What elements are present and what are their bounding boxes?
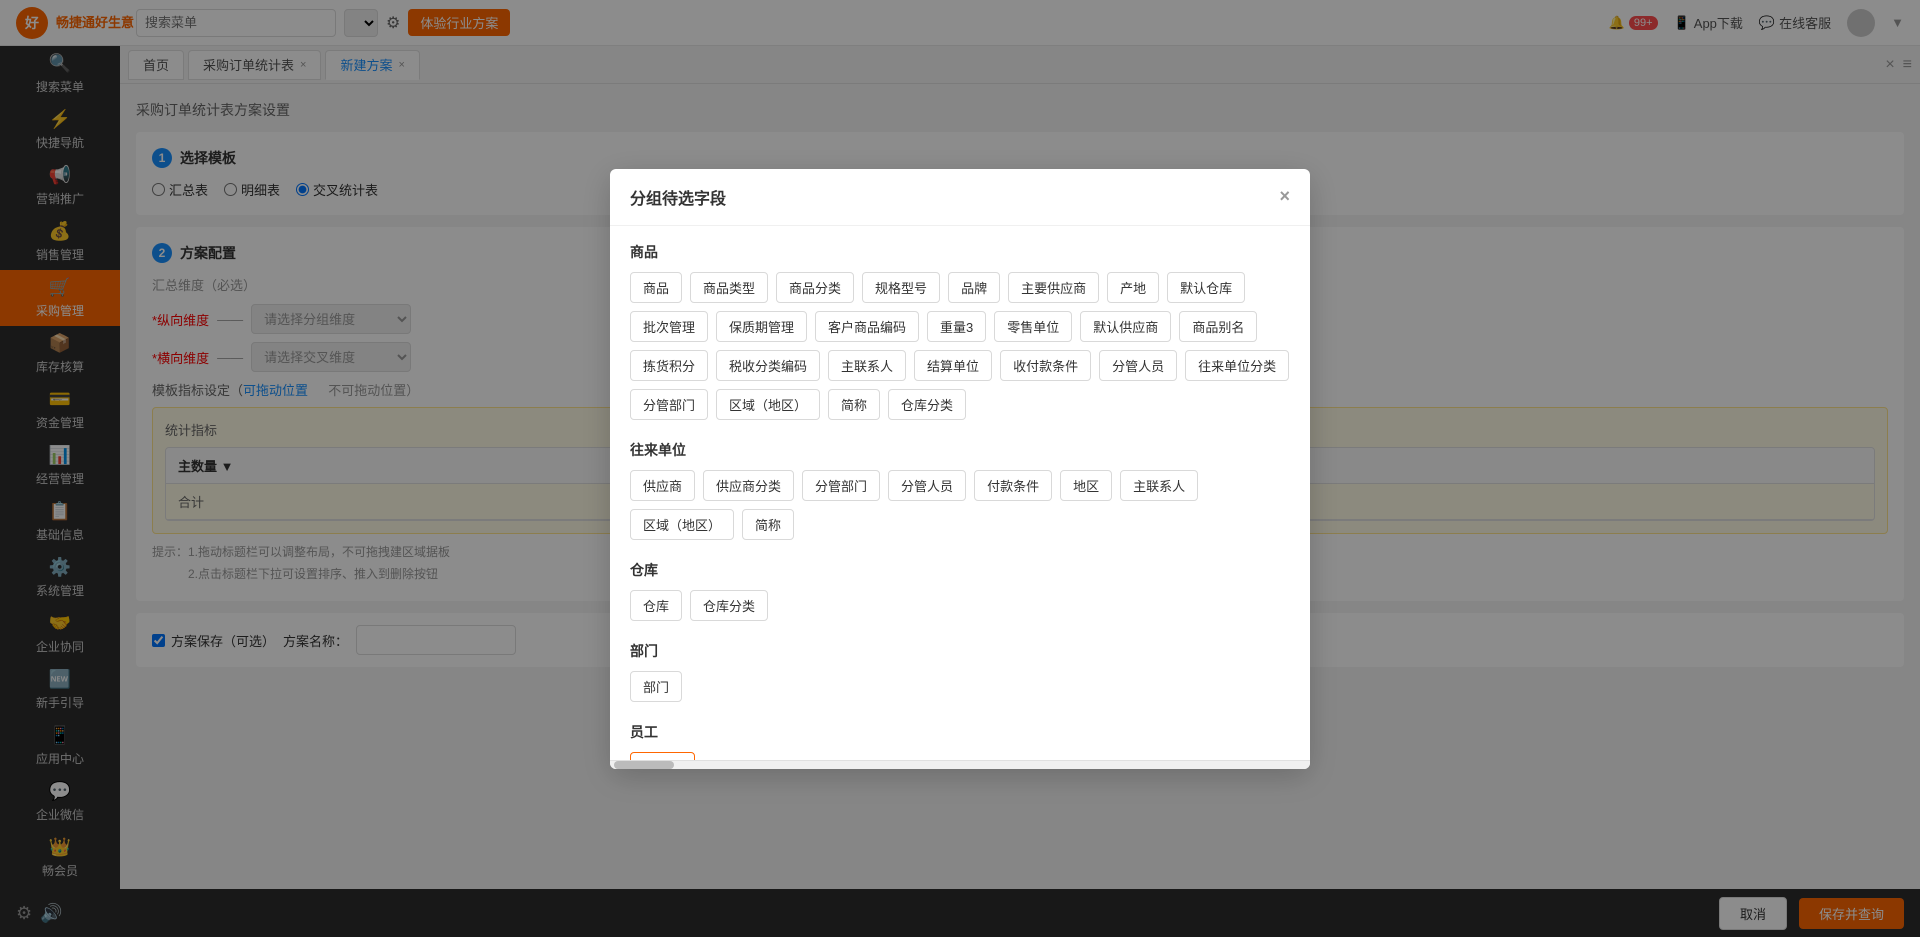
field-tag-brand[interactable]: 品牌 <box>948 272 1000 303</box>
section-title-partner: 往来单位 <box>630 440 1290 460</box>
section-title-goods: 商品 <box>630 242 1290 262</box>
modal-section-warehouse: 仓库 仓库 仓库分类 <box>630 560 1290 621</box>
modal-section-employee: 员工 业务员 <box>630 722 1290 760</box>
field-tag-short-name-partner[interactable]: 简称 <box>742 509 794 540</box>
field-tag-alias[interactable]: 商品别名 <box>1179 311 1257 342</box>
field-tag-main-supplier[interactable]: 主要供应商 <box>1008 272 1099 303</box>
field-tag-region-partner[interactable]: 区域（地区） <box>630 509 734 540</box>
field-grid-goods: 商品 商品类型 商品分类 规格型号 品牌 主要供应商 产地 默认仓库 批次管理 … <box>630 272 1290 420</box>
field-tag-batch[interactable]: 批次管理 <box>630 311 708 342</box>
field-tag-person-mgmt[interactable]: 分管人员 <box>888 470 966 501</box>
field-tag-settlement-unit[interactable]: 结算单位 <box>914 350 992 381</box>
modal-title: 分组待选字段 <box>630 185 726 209</box>
field-tag-partner-category[interactable]: 往来单位分类 <box>1185 350 1289 381</box>
modal-section-dept: 部门 部门 <box>630 641 1290 702</box>
field-tag-supplier[interactable]: 供应商 <box>630 470 695 501</box>
field-tag-salesperson[interactable]: 业务员 <box>630 752 695 760</box>
section-title-employee: 员工 <box>630 722 1290 742</box>
field-tag-payment-terms[interactable]: 收付款条件 <box>1000 350 1091 381</box>
modal-section-partner: 往来单位 供应商 供应商分类 分管部门 分管人员 付款条件 地区 主联系人 区域… <box>630 440 1290 540</box>
field-tag-expiry[interactable]: 保质期管理 <box>716 311 807 342</box>
field-tag-goods-type[interactable]: 商品类型 <box>690 272 768 303</box>
field-tag-supplier-cat[interactable]: 供应商分类 <box>703 470 794 501</box>
modal-close-button[interactable]: × <box>1279 186 1290 207</box>
field-tag-goods[interactable]: 商品 <box>630 272 682 303</box>
modal-body: 商品 商品 商品类型 商品分类 规格型号 品牌 主要供应商 产地 默认仓库 批次… <box>610 226 1310 760</box>
modal-overlay[interactable]: 分组待选字段 × 商品 商品 商品类型 商品分类 规格型号 品牌 主要供应商 产… <box>0 0 1920 937</box>
field-grid-employee: 业务员 <box>630 752 1290 760</box>
modal-header: 分组待选字段 × <box>610 169 1310 226</box>
field-tag-spec[interactable]: 规格型号 <box>862 272 940 303</box>
field-tag-area[interactable]: 地区 <box>1060 470 1112 501</box>
modal-dialog: 分组待选字段 × 商品 商品 商品类型 商品分类 规格型号 品牌 主要供应商 产… <box>610 169 1310 769</box>
field-tag-origin[interactable]: 产地 <box>1107 272 1159 303</box>
h-scroll-thumb[interactable] <box>614 761 674 769</box>
field-tag-dept-mgmt[interactable]: 分管部门 <box>802 470 880 501</box>
modal-section-goods: 商品 商品 商品类型 商品分类 规格型号 品牌 主要供应商 产地 默认仓库 批次… <box>630 242 1290 420</box>
field-tag-warehouse[interactable]: 仓库 <box>630 590 682 621</box>
field-tag-region-goods[interactable]: 区域（地区） <box>716 389 820 420</box>
field-tag-contact-partner[interactable]: 主联系人 <box>1120 470 1198 501</box>
field-tag-supervisor[interactable]: 分管人员 <box>1099 350 1177 381</box>
field-tag-dept[interactable]: 部门 <box>630 671 682 702</box>
section-title-warehouse: 仓库 <box>630 560 1290 580</box>
field-grid-dept: 部门 <box>630 671 1290 702</box>
field-tag-pick-score[interactable]: 拣货积分 <box>630 350 708 381</box>
field-tag-short-name[interactable]: 简称 <box>828 389 880 420</box>
horizontal-scrollbar[interactable] <box>610 760 1310 769</box>
field-tag-warehouse-cat[interactable]: 仓库分类 <box>690 590 768 621</box>
field-tag-default-warehouse[interactable]: 默认仓库 <box>1167 272 1245 303</box>
field-tag-default-supplier[interactable]: 默认供应商 <box>1080 311 1171 342</box>
field-tag-dept-supervisor[interactable]: 分管部门 <box>630 389 708 420</box>
field-tag-weight[interactable]: 重量3 <box>927 311 986 342</box>
field-tag-payment-cond[interactable]: 付款条件 <box>974 470 1052 501</box>
field-grid-partner: 供应商 供应商分类 分管部门 分管人员 付款条件 地区 主联系人 区域（地区） … <box>630 470 1290 540</box>
field-grid-warehouse: 仓库 仓库分类 <box>630 590 1290 621</box>
field-tag-main-contact[interactable]: 主联系人 <box>828 350 906 381</box>
section-title-dept: 部门 <box>630 641 1290 661</box>
field-tag-retail-unit[interactable]: 零售单位 <box>994 311 1072 342</box>
field-tag-tax-code[interactable]: 税收分类编码 <box>716 350 820 381</box>
field-tag-warehouse-category[interactable]: 仓库分类 <box>888 389 966 420</box>
field-tag-customer-code[interactable]: 客户商品编码 <box>815 311 919 342</box>
field-tag-goods-category[interactable]: 商品分类 <box>776 272 854 303</box>
